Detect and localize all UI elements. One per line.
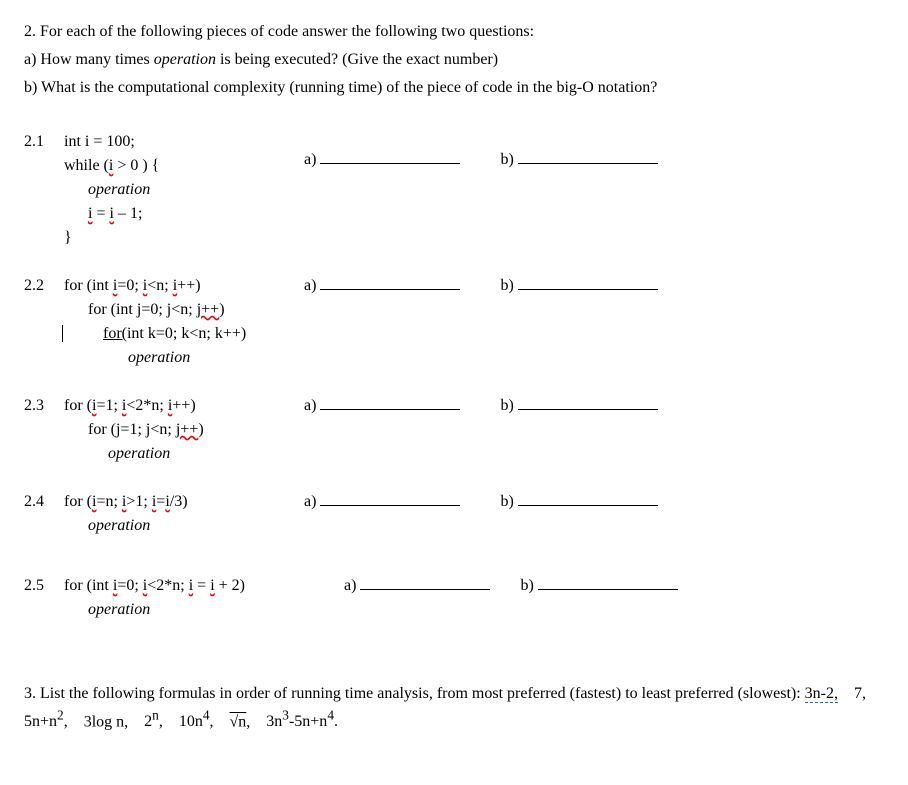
operation-word: operation [88, 517, 150, 534]
q2-part-a: a) How many times operation is being exe… [24, 48, 884, 72]
code-text: ) [198, 421, 203, 438]
code-block: for (i=n; i>1; i=i/3) operation [64, 490, 304, 538]
question-3: 3. List the following formulas in order … [24, 682, 884, 734]
problem-num: 2.4 [24, 490, 64, 514]
answer-area: a) b) [304, 274, 698, 298]
label-b: b) [520, 574, 533, 598]
label-a: a) [304, 274, 316, 298]
label-b: b) [500, 490, 513, 514]
code-text: <n; [147, 277, 172, 294]
answer-blank-a[interactable] [320, 491, 460, 506]
code-text: <2*n; [126, 397, 167, 414]
code-text: int k=0; k<n; k++) [127, 325, 246, 342]
code-text: =1; [96, 397, 121, 414]
code-text: =0; [117, 577, 142, 594]
code-line: int i = 100; [64, 133, 135, 150]
code-text: = [193, 577, 210, 594]
formula-2: 7, [854, 685, 866, 702]
code-text: for ( [64, 493, 92, 510]
operation-word: operation [88, 601, 150, 618]
answer-area: a) b) [344, 574, 718, 598]
q2a-prefix: a) How many times [24, 51, 154, 68]
code-text: for (int [64, 577, 113, 594]
problem-2-3: 2.3 for (i=1; i<2*n; i++) for (j=1; j<n;… [24, 394, 884, 466]
code-text: =n; [96, 493, 121, 510]
code-text: for( [103, 325, 127, 342]
label-b: b) [500, 274, 513, 298]
formula-1: 3n-2, [805, 685, 838, 703]
code-text: = [92, 205, 109, 222]
code-text: >1; [126, 493, 151, 510]
operation-word: operation [108, 445, 170, 462]
label-b: b) [500, 394, 513, 418]
q2-part-b: b) What is the computational complexity … [24, 76, 884, 100]
label-b: b) [500, 148, 513, 172]
answer-blank-a[interactable] [320, 395, 460, 410]
answer-blank-b[interactable] [518, 395, 658, 410]
problem-num: 2.2 [24, 274, 64, 298]
code-var: j++ [176, 421, 199, 438]
code-text: ++) [172, 397, 195, 414]
problem-2-5: 2.5 for (int i=0; i<2*n; i = i + 2) oper… [24, 574, 884, 622]
problem-num: 2.3 [24, 394, 64, 418]
q3-intro: 3. List the following formulas in order … [24, 685, 805, 702]
problem-num: 2.1 [24, 130, 64, 154]
operation-word: operation [88, 181, 150, 198]
code-text: + 2) [215, 577, 245, 594]
answer-blank-a[interactable] [320, 275, 460, 290]
label-a: a) [344, 574, 356, 598]
answer-blank-b[interactable] [538, 575, 678, 590]
q2a-italic: operation [154, 51, 216, 68]
label-a: a) [304, 394, 316, 418]
answer-area: a) b) [304, 394, 698, 418]
formula-8: 3n3-5n+n4. [266, 713, 338, 730]
operation-word: operation [128, 349, 190, 366]
answer-blank-a[interactable] [320, 149, 460, 164]
answer-blank-a[interactable] [360, 575, 490, 590]
code-block: int i = 100; while (i > 0 ) { operation … [64, 130, 304, 250]
code-block: for (int i=0; i<n; i++) for (int j=0; j<… [64, 274, 304, 370]
code-text: /3) [170, 493, 188, 510]
formula-6: 10n4, [179, 713, 214, 730]
code-text: – 1; [114, 205, 142, 222]
problem-2-2: 2.2 for (int i=0; i<n; i++) for (int j=0… [24, 274, 884, 370]
code-text: for ( [64, 397, 92, 414]
answer-blank-b[interactable] [518, 149, 658, 164]
q2a-suffix: is being executed? (Give the exact numbe… [216, 51, 498, 68]
answer-area: a) b) [304, 130, 698, 172]
text-cursor [62, 325, 103, 342]
code-text: = [156, 493, 165, 510]
code-text: for (int j=0; j<n; [88, 301, 197, 318]
code-block: for (int i=0; i<2*n; i = i + 2) operatio… [64, 574, 344, 622]
code-text: ) [219, 301, 224, 318]
code-text: while ( [64, 157, 109, 174]
code-text: for (j=1; j<n; [88, 421, 176, 438]
formula-7: √n, [230, 713, 251, 730]
code-text: for (int [64, 277, 113, 294]
code-text: <2*n; [147, 577, 188, 594]
label-a: a) [304, 490, 316, 514]
formula-4: 3log n, [84, 713, 128, 730]
answer-blank-b[interactable] [518, 275, 658, 290]
label-a: a) [304, 148, 316, 172]
problem-2-1: 2.1 int i = 100; while (i > 0 ) { operat… [24, 130, 884, 250]
code-text: =0; [117, 277, 142, 294]
code-var: j++ [197, 301, 220, 318]
code-text: > 0 ) { [113, 157, 159, 174]
answer-area: a) b) [304, 490, 698, 514]
code-block: for (i=1; i<2*n; i++) for (j=1; j<n; j++… [64, 394, 304, 466]
problem-num: 2.5 [24, 574, 64, 598]
answer-blank-b[interactable] [518, 491, 658, 506]
formula-5: 2n, [144, 713, 163, 730]
code-text: ++) [177, 277, 200, 294]
code-line: } [64, 229, 72, 246]
q2-intro: 2. For each of the following pieces of c… [24, 20, 884, 44]
formula-3: 5n+n2, [24, 713, 68, 730]
problem-2-4: 2.4 for (i=n; i>1; i=i/3) operation a) b… [24, 490, 884, 538]
